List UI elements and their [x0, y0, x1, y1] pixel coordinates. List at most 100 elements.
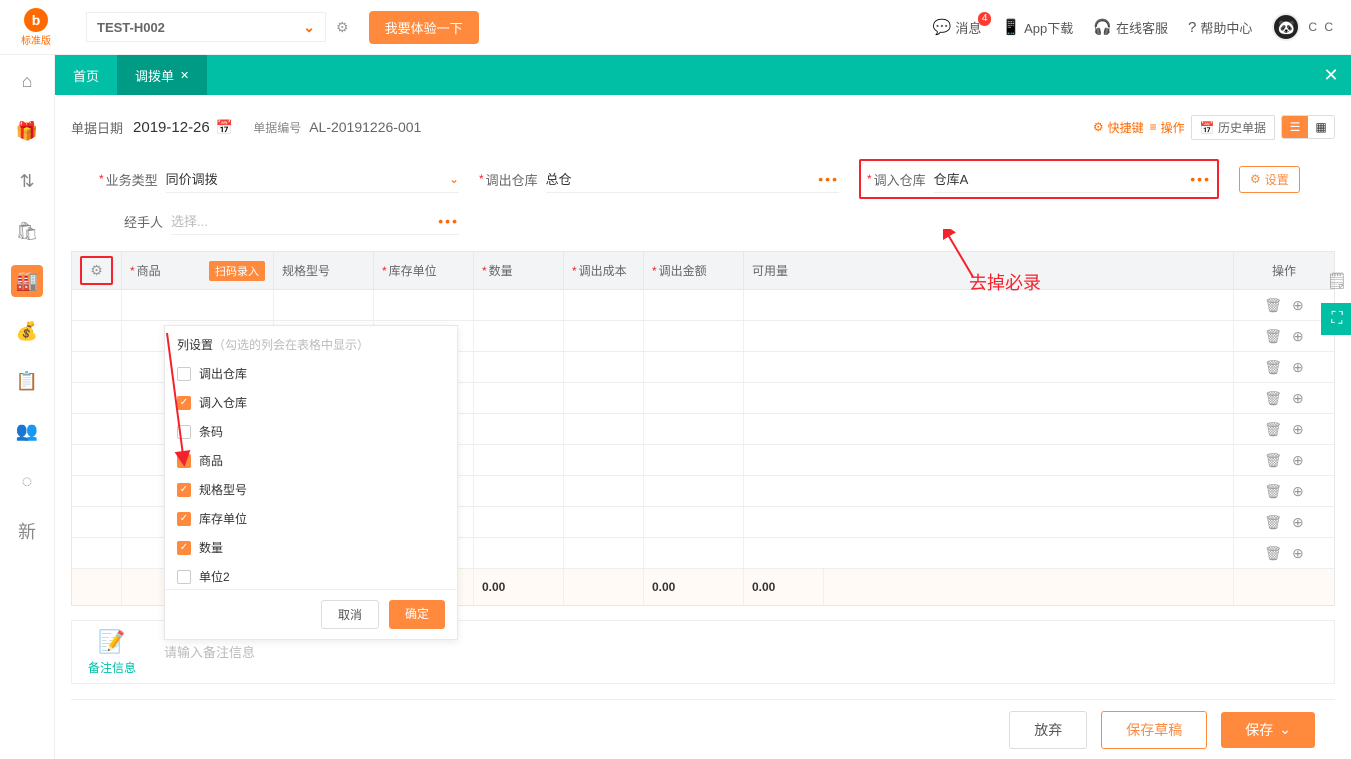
column-settings-button[interactable]: ⚙	[72, 252, 122, 289]
colset-item[interactable]: 单位2	[177, 562, 445, 589]
date-value[interactable]: 2019-12-26	[133, 119, 210, 136]
nav-sync-icon[interactable]: ◌	[11, 465, 43, 497]
tabbar-close-all[interactable]: ✕	[1311, 55, 1351, 95]
delete-icon[interactable]: 🗑	[1264, 545, 1282, 562]
history-button[interactable]: 📅 历史单据	[1191, 115, 1275, 140]
delete-icon[interactable]: 🗑	[1264, 483, 1282, 500]
more-icon[interactable]: •••	[438, 213, 459, 229]
tab-home[interactable]: 首页	[55, 55, 117, 95]
checkbox-icon: ✓	[177, 454, 191, 468]
nav-bag-icon[interactable]: 🛍	[11, 215, 43, 247]
ops-button[interactable]: ≡操作	[1150, 119, 1185, 136]
close-icon[interactable]: ✕	[180, 69, 189, 82]
colset-hint: （勾选的列会在表格中显示）	[213, 338, 369, 352]
colset-cancel-button[interactable]: 取消	[321, 600, 379, 629]
col-op: 操作	[1234, 252, 1334, 289]
column-settings-popup: 列设置（勾选的列会在表格中显示） 调出仓库✓调入仓库条码✓商品✓规格型号✓库存单…	[164, 325, 458, 640]
nav-clipboard-icon[interactable]: 📋	[11, 365, 43, 397]
topbar-gear-icon[interactable]: ⚙	[336, 19, 349, 36]
colset-item-label: 数量	[199, 539, 223, 556]
discard-button[interactable]: 放弃	[1009, 711, 1087, 749]
colset-item-label: 规格型号	[199, 481, 247, 498]
colset-item[interactable]: ✓数量	[177, 533, 445, 562]
colset-item-label: 商品	[199, 452, 223, 469]
colset-item-label: 条码	[199, 423, 223, 440]
colset-item-label: 库存单位	[199, 510, 247, 527]
colset-item[interactable]: ✓规格型号	[177, 475, 445, 504]
trial-button[interactable]: 我要体验一下	[369, 11, 479, 44]
view-list-icon[interactable]: ☰	[1282, 116, 1308, 138]
docno-label: 单据编号	[253, 119, 301, 136]
delete-icon[interactable]: 🗑	[1264, 297, 1282, 314]
total-cost: 0.00	[644, 569, 744, 605]
nav-warehouse-icon[interactable]: 🏭	[11, 265, 43, 297]
colset-item[interactable]: ✓调入仓库	[177, 388, 445, 417]
nav-people-icon[interactable]: 👥	[11, 415, 43, 447]
org-select[interactable]: TEST-H002 ⌄	[86, 12, 326, 42]
messages-link[interactable]: 💬 消息 4	[933, 18, 982, 37]
colset-ok-button[interactable]: 确定	[389, 600, 445, 629]
float-note-icon[interactable]: 🗒	[1321, 265, 1351, 297]
delete-icon[interactable]: 🗑	[1264, 359, 1282, 376]
field-in-warehouse[interactable]: *调入仓库 仓库A•••	[859, 159, 1219, 199]
delete-icon[interactable]: 🗑	[1264, 421, 1282, 438]
copy-icon[interactable]: ⊕	[1292, 483, 1304, 500]
field-handler[interactable]: 经手人 选择...•••	[99, 207, 459, 235]
chevron-down-icon: ⌄	[449, 172, 459, 186]
shortcut-button[interactable]: ⚙快捷键	[1093, 119, 1144, 136]
calendar-icon[interactable]: 📅	[216, 119, 233, 136]
tab-diaobo[interactable]: 调拨单 ✕	[117, 55, 207, 95]
colset-item-label: 单位2	[199, 568, 230, 585]
delete-icon[interactable]: 🗑	[1264, 452, 1282, 469]
scan-input-button[interactable]: 扫码录入	[209, 261, 265, 281]
colset-item[interactable]: 条码	[177, 417, 445, 446]
delete-icon[interactable]: 🗑	[1264, 514, 1282, 531]
remark-input[interactable]	[152, 645, 1334, 660]
copy-icon[interactable]: ⊕	[1292, 514, 1304, 531]
delete-icon[interactable]: 🗑	[1264, 328, 1282, 345]
copy-icon[interactable]: ⊕	[1292, 545, 1304, 562]
note-icon: 📝	[98, 629, 125, 655]
save-draft-button[interactable]: 保存草稿	[1101, 711, 1207, 749]
delete-icon[interactable]: 🗑	[1264, 390, 1282, 407]
customer-service-link[interactable]: 🎧 在线客服	[1093, 18, 1168, 37]
grid-header: ⚙ *商品扫码录入 规格型号 *库存单位 *数量 *调出成本 *调出金额 可用量…	[72, 252, 1334, 290]
save-button[interactable]: 保存⌄	[1221, 712, 1315, 748]
phone-icon: 📱	[1001, 18, 1020, 36]
nav-updown-icon[interactable]: ⇅	[11, 165, 43, 197]
copy-icon[interactable]: ⊕	[1292, 359, 1304, 376]
username: C C	[1308, 20, 1335, 34]
more-icon[interactable]: •••	[1190, 171, 1211, 187]
col-avail: 可用量	[744, 252, 1234, 289]
table-row[interactable]: 🗑⊕	[72, 290, 1334, 321]
settings-button[interactable]: ⚙设置	[1239, 166, 1300, 193]
field-biztype[interactable]: *业务类型 同价调拨⌄	[99, 165, 459, 193]
copy-icon[interactable]: ⊕	[1292, 390, 1304, 407]
checkbox-icon	[177, 367, 191, 381]
colset-item[interactable]: ✓ 商品	[177, 446, 445, 475]
gear-icon: ⚙	[1250, 172, 1261, 186]
colset-item[interactable]: 调出仓库	[177, 359, 445, 388]
avatar[interactable]: 🐼	[1272, 13, 1300, 41]
colset-item-label: 调入仓库	[199, 394, 247, 411]
copy-icon[interactable]: ⊕	[1292, 328, 1304, 345]
nav-new-icon[interactable]: 新	[11, 515, 43, 547]
field-out-warehouse[interactable]: *调出仓库 总仓•••	[479, 165, 839, 193]
logo-icon: b	[24, 8, 48, 32]
copy-icon[interactable]: ⊕	[1292, 421, 1304, 438]
float-fullscreen-icon[interactable]: ⛶	[1321, 303, 1351, 335]
checkbox-icon	[177, 425, 191, 439]
app-download-link[interactable]: 📱 App下载	[1001, 18, 1073, 37]
nav-home-icon[interactable]: ⌂	[11, 65, 43, 97]
colset-item[interactable]: ✓库存单位	[177, 504, 445, 533]
help-link[interactable]: ? 帮助中心	[1188, 18, 1252, 37]
view-grid-icon[interactable]: ▦	[1308, 116, 1334, 138]
copy-icon[interactable]: ⊕	[1292, 297, 1304, 314]
copy-icon[interactable]: ⊕	[1292, 452, 1304, 469]
col-amt: *调出金额	[644, 252, 744, 289]
remark-label: 备注信息	[88, 659, 136, 676]
nav-gift-icon[interactable]: 🎁	[11, 115, 43, 147]
more-icon[interactable]: •••	[818, 171, 839, 187]
message-icon: 💬	[933, 18, 952, 36]
nav-finance-icon[interactable]: 💰	[11, 315, 43, 347]
